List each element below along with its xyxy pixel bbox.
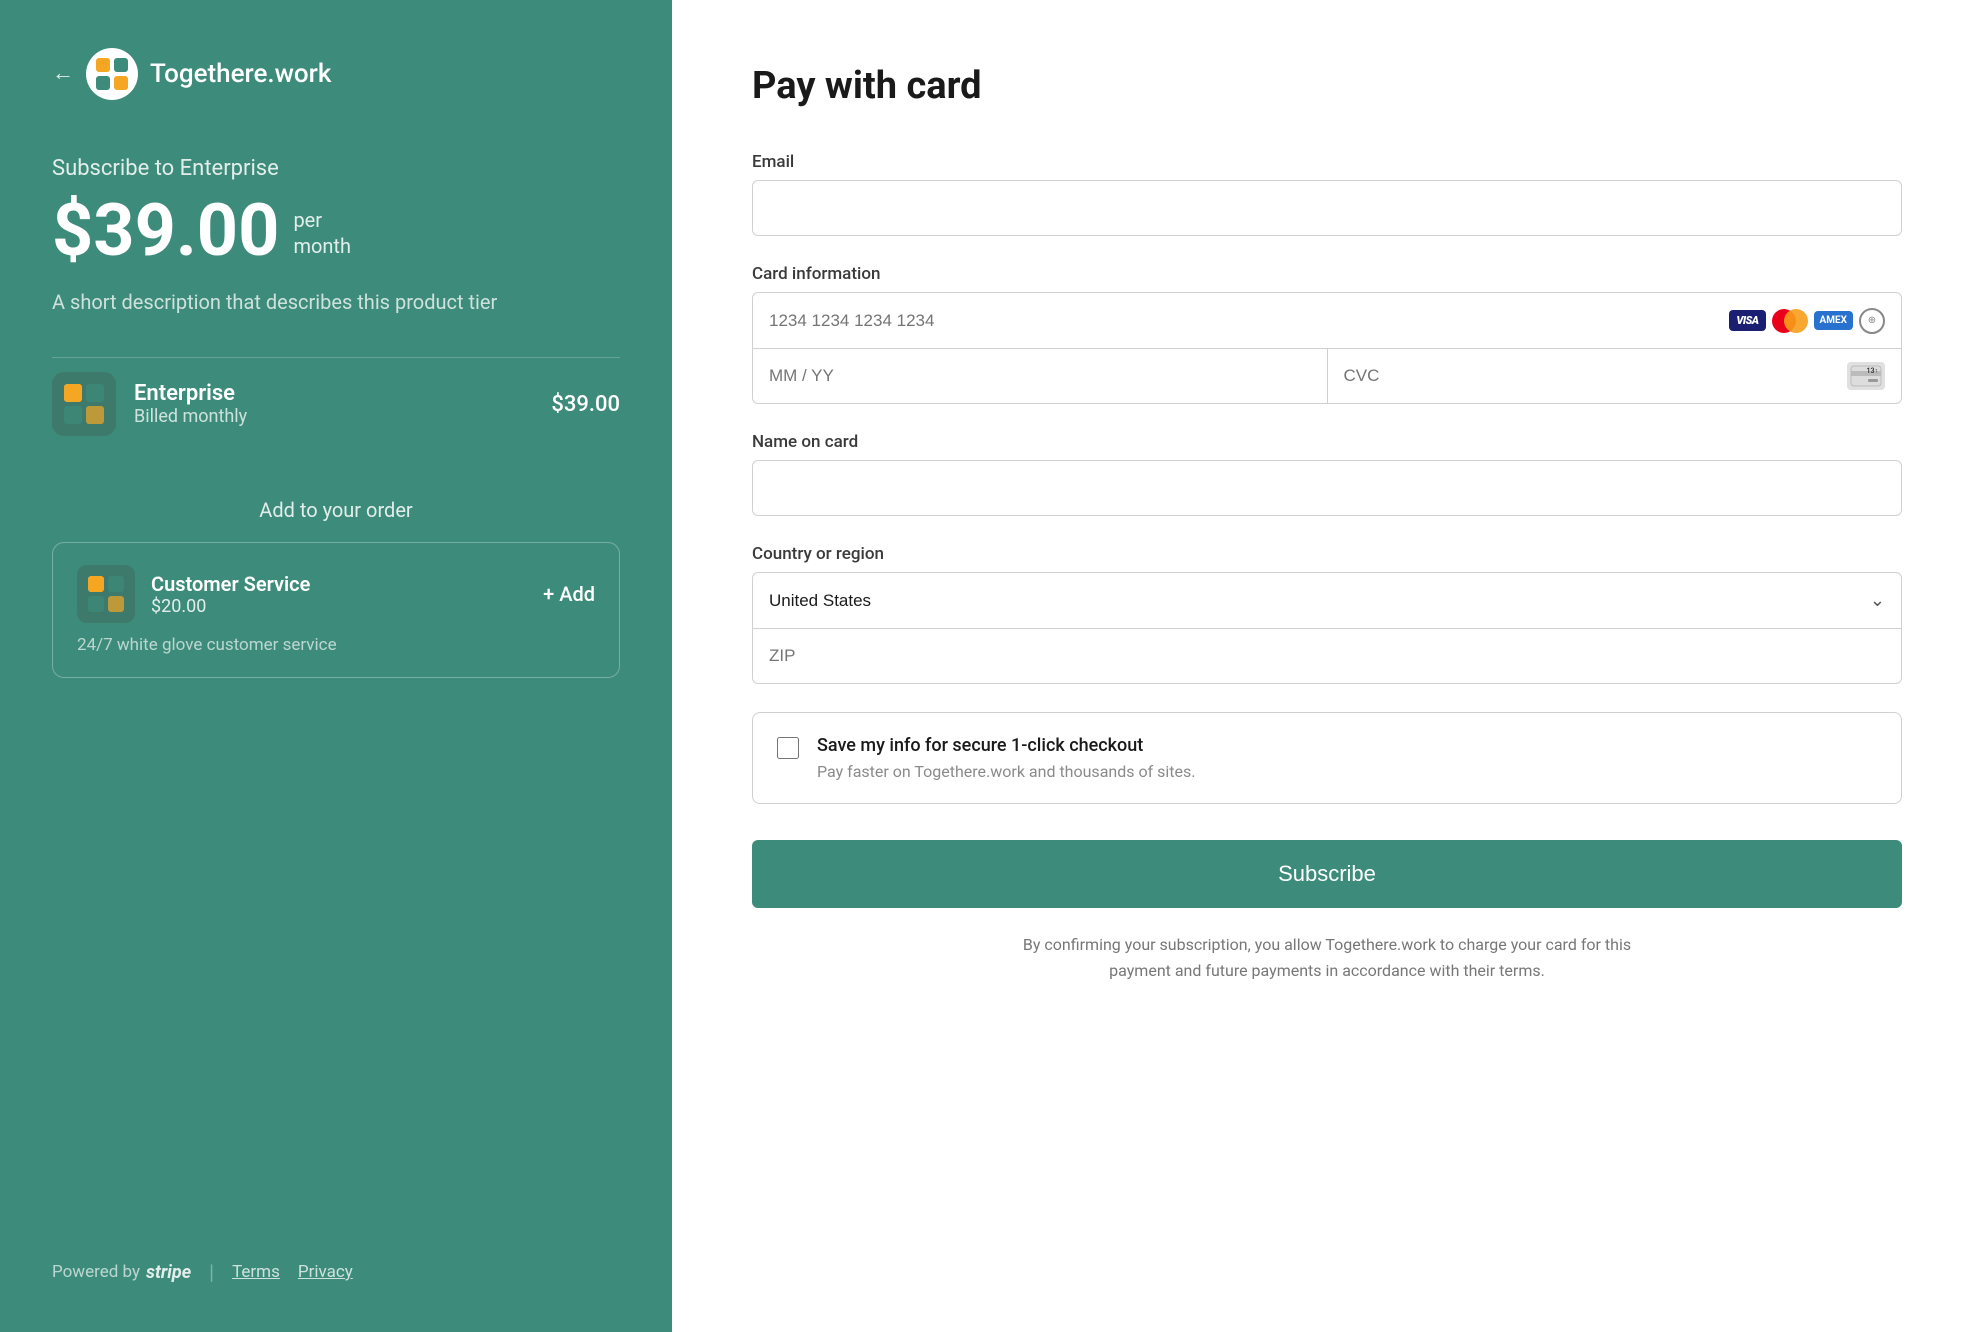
- legal-text: By confirming your subscription, you all…: [1007, 932, 1647, 983]
- card-label: Card information: [752, 264, 1902, 284]
- right-panel: Pay with card Email Card information VIS…: [672, 0, 1982, 1332]
- addon-text: Customer Service $20.00: [151, 572, 310, 617]
- chevron-down-icon: ⌄: [1870, 590, 1885, 611]
- card-icons: VISA AMEX ⊕: [1729, 308, 1885, 334]
- product-price: $39.00: [551, 392, 620, 417]
- save-info-title: Save my info for secure 1-click checkout: [817, 735, 1877, 756]
- visa-icon: VISA: [1729, 310, 1765, 331]
- country-group: Country or region United States Canada U…: [752, 544, 1902, 684]
- addon-name: Customer Service: [151, 572, 310, 596]
- price-row: $39.00 per month: [52, 195, 620, 267]
- name-label: Name on card: [752, 432, 1902, 452]
- product-info: Enterprise Billed monthly: [52, 372, 247, 436]
- product-billing: Billed monthly: [134, 406, 247, 427]
- svg-text:13↑: 13↑: [1867, 367, 1879, 375]
- footer-divider: |: [209, 1260, 214, 1284]
- add-order-section: Add to your order Customer Service $: [52, 498, 620, 678]
- addon-top: Customer Service $20.00 + Add: [77, 565, 595, 623]
- country-select[interactable]: United States Canada United Kingdom Aust…: [769, 591, 1870, 610]
- product-text: Enterprise Billed monthly: [134, 381, 247, 427]
- card-info-wrapper: VISA AMEX ⊕: [752, 292, 1902, 404]
- terms-link[interactable]: Terms: [232, 1262, 280, 1282]
- name-group: Name on card: [752, 432, 1902, 516]
- card-cvc-input[interactable]: [1344, 366, 1840, 386]
- addon-price: $20.00: [151, 596, 310, 617]
- powered-by-text: Powered by: [52, 1262, 140, 1282]
- back-button[interactable]: ← Togethere.work: [52, 48, 620, 100]
- email-group: Email: [752, 152, 1902, 236]
- addon-icon: [77, 565, 135, 623]
- add-order-title: Add to your order: [52, 498, 620, 522]
- addon-info: Customer Service $20.00: [77, 565, 310, 623]
- page-title: Pay with card: [752, 64, 1902, 108]
- email-label: Email: [752, 152, 1902, 172]
- price-amount: $39.00: [52, 195, 279, 267]
- product-line-item: Enterprise Billed monthly $39.00: [52, 357, 620, 450]
- subscribe-button[interactable]: Subscribe: [752, 840, 1902, 908]
- card-expiry-input[interactable]: [753, 349, 1327, 403]
- powered-by: Powered by stripe: [52, 1262, 191, 1283]
- amex-icon: AMEX: [1814, 311, 1853, 330]
- left-panel: ← Togethere.work Subscribe to Enterprise…: [0, 0, 672, 1332]
- card-expiry-cvc-row: 13↑: [753, 349, 1901, 403]
- card-number-input[interactable]: [769, 311, 1717, 331]
- brand-name: Togethere.work: [150, 59, 331, 89]
- stripe-logo: stripe: [146, 1262, 191, 1283]
- card-cvc-wrapper: 13↑: [1327, 349, 1902, 403]
- product-name: Enterprise: [134, 381, 247, 406]
- zip-input[interactable]: [769, 646, 1885, 666]
- mastercard-icon: [1772, 309, 1808, 333]
- country-select-wrapper: United States Canada United Kingdom Aust…: [752, 572, 1902, 628]
- product-description: A short description that describes this …: [52, 287, 620, 317]
- back-arrow-icon: ←: [52, 63, 74, 85]
- save-info-sub: Pay faster on Togethere.work and thousan…: [817, 762, 1877, 781]
- card-group: Card information VISA AMEX ⊕: [752, 264, 1902, 404]
- name-input[interactable]: [752, 460, 1902, 516]
- product-icon: [52, 372, 116, 436]
- email-input[interactable]: [752, 180, 1902, 236]
- addon-add-button[interactable]: + Add: [543, 582, 595, 606]
- left-footer: Powered by stripe | Terms Privacy: [52, 1200, 620, 1284]
- price-period: per month: [293, 207, 351, 259]
- save-info-text: Save my info for secure 1-click checkout…: [817, 735, 1877, 781]
- addon-description: 24/7 white glove customer service: [77, 635, 595, 655]
- cvc-card-icon: 13↑: [1847, 362, 1885, 390]
- privacy-link[interactable]: Privacy: [298, 1262, 353, 1282]
- zip-input-wrapper: [752, 628, 1902, 684]
- card-number-row: VISA AMEX ⊕: [753, 293, 1901, 349]
- country-label: Country or region: [752, 544, 1902, 564]
- diners-icon: ⊕: [1859, 308, 1885, 334]
- subscribe-label: Subscribe to Enterprise: [52, 156, 620, 181]
- addon-card: Customer Service $20.00 + Add 24/7 white…: [52, 542, 620, 678]
- save-info-card: Save my info for secure 1-click checkout…: [752, 712, 1902, 804]
- save-info-checkbox[interactable]: [777, 737, 799, 759]
- brand-logo: [86, 48, 138, 100]
